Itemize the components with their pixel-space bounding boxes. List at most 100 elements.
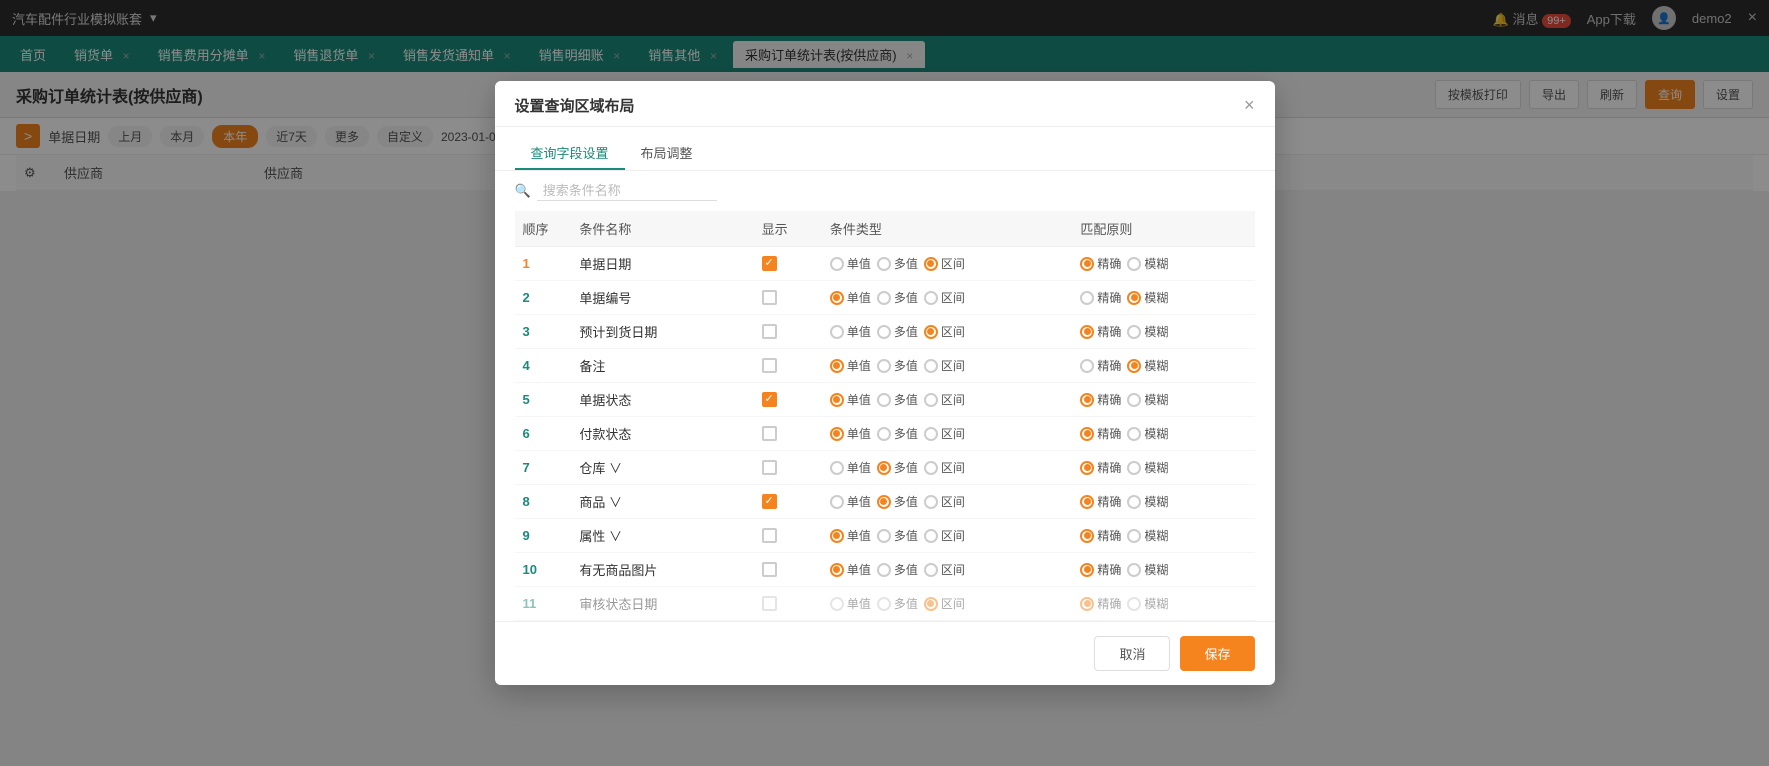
match-radio-模糊[interactable]: 模糊 [1127,255,1168,272]
type-radio-区间[interactable]: 区间 [924,289,965,306]
dialog-close-button[interactable]: × [1244,95,1255,116]
type-radio-多值[interactable]: 多值 [877,459,918,476]
type-radio-多值[interactable]: 多值 [877,255,918,272]
display-checkbox[interactable] [762,358,777,373]
match-radio-模糊[interactable]: 模糊 [1127,561,1168,578]
type-radio-单值[interactable]: 单值 [830,357,871,374]
display-checkbox[interactable] [762,324,777,339]
display-checkbox[interactable] [762,290,777,305]
match-radio-精确[interactable]: 精确 [1080,323,1121,340]
col-cond-type: 条件类型 [822,211,1072,247]
row-display[interactable] [754,281,822,315]
match-radio-circle [1127,359,1141,373]
match-radio-模糊[interactable]: 模糊 [1127,425,1168,442]
type-radio-单值[interactable]: 单值 [830,289,871,306]
radio-circle [877,495,891,509]
radio-circle [830,597,844,611]
type-radio-区间[interactable]: 区间 [924,527,965,544]
type-radio-区间[interactable]: 区间 [924,595,965,612]
dialog-tab-query-fields[interactable]: 查询字段设置 [515,137,625,170]
match-radio-精确[interactable]: 精确 [1080,459,1121,476]
dialog-tab-layout[interactable]: 布局调整 [625,137,709,170]
type-radio-多值[interactable]: 多值 [877,357,918,374]
row-display[interactable] [754,315,822,349]
type-radio-多值[interactable]: 多值 [877,323,918,340]
type-radio-区间[interactable]: 区间 [924,255,965,272]
display-checkbox[interactable] [762,562,777,577]
match-radio-模糊[interactable]: 模糊 [1127,289,1168,306]
type-radio-多值[interactable]: 多值 [877,595,918,612]
match-radio-模糊[interactable]: 模糊 [1127,459,1168,476]
type-radio-区间[interactable]: 区间 [924,459,965,476]
type-radio-多值[interactable]: 多值 [877,391,918,408]
type-radio-区间[interactable]: 区间 [924,357,965,374]
match-radio-精确[interactable]: 精确 [1080,561,1121,578]
row-cond-name: 预计到货日期 [571,315,753,349]
type-radio-多值[interactable]: 多值 [877,527,918,544]
match-radio-精确[interactable]: 精确 [1080,527,1121,544]
display-checkbox[interactable] [762,392,777,407]
row-order: 3 [515,315,572,349]
type-radio-多值[interactable]: 多值 [877,493,918,510]
type-radio-多值[interactable]: 多值 [877,561,918,578]
type-radio-单值[interactable]: 单值 [830,255,871,272]
match-radio-模糊[interactable]: 模糊 [1127,391,1168,408]
match-radio-circle [1080,597,1094,611]
radio-circle [924,597,938,611]
type-radio-单值[interactable]: 单值 [830,391,871,408]
type-radio-单值[interactable]: 单值 [830,323,871,340]
row-match-rule: 精确模糊 [1072,315,1254,349]
type-radio-区间[interactable]: 区间 [924,493,965,510]
radio-circle [924,393,938,407]
type-radio-多值[interactable]: 多值 [877,425,918,442]
match-radio-精确[interactable]: 精确 [1080,357,1121,374]
row-cond-type: 单值多值区间 [822,247,1072,281]
type-radio-单值[interactable]: 单值 [830,425,871,442]
match-radio-精确[interactable]: 精确 [1080,289,1121,306]
type-radio-区间[interactable]: 区间 [924,561,965,578]
match-radio-模糊[interactable]: 模糊 [1127,493,1168,510]
display-checkbox[interactable] [762,256,777,271]
match-radio-精确[interactable]: 精确 [1080,425,1121,442]
match-radio-精确[interactable]: 精确 [1080,595,1121,612]
match-radio-circle [1080,427,1094,441]
table-row: 5单据状态单值多值区间精确模糊 [515,383,1255,417]
row-cond-type: 单值多值区间 [822,383,1072,417]
save-button[interactable]: 保存 [1180,636,1254,671]
cancel-button[interactable]: 取消 [1094,636,1170,671]
row-display[interactable] [754,349,822,383]
display-checkbox[interactable] [762,528,777,543]
row-display[interactable] [754,519,822,553]
row-display[interactable] [754,383,822,417]
row-display[interactable] [754,587,822,621]
radio-circle [830,461,844,475]
match-radio-精确[interactable]: 精确 [1080,255,1121,272]
display-checkbox[interactable] [762,460,777,475]
match-radio-模糊[interactable]: 模糊 [1127,323,1168,340]
type-radio-单值[interactable]: 单值 [830,561,871,578]
row-match-rule: 精确模糊 [1072,417,1254,451]
display-checkbox[interactable] [762,426,777,441]
row-display[interactable] [754,247,822,281]
search-input[interactable] [537,181,717,201]
type-radio-单值[interactable]: 单值 [830,527,871,544]
match-radio-模糊[interactable]: 模糊 [1127,357,1168,374]
type-radio-区间[interactable]: 区间 [924,425,965,442]
type-radio-单值[interactable]: 单值 [830,595,871,612]
type-radio-单值[interactable]: 单值 [830,493,871,510]
match-radio-模糊[interactable]: 模糊 [1127,527,1168,544]
row-display[interactable] [754,485,822,519]
row-display[interactable] [754,417,822,451]
display-checkbox[interactable] [762,494,777,509]
type-radio-单值[interactable]: 单值 [830,459,871,476]
match-radio-circle [1080,257,1094,271]
row-display[interactable] [754,451,822,485]
match-radio-精确[interactable]: 精确 [1080,493,1121,510]
type-radio-区间[interactable]: 区间 [924,323,965,340]
type-radio-多值[interactable]: 多值 [877,289,918,306]
row-display[interactable] [754,553,822,587]
match-radio-精确[interactable]: 精确 [1080,391,1121,408]
display-checkbox[interactable] [762,596,777,611]
match-radio-模糊[interactable]: 模糊 [1127,595,1168,612]
type-radio-区间[interactable]: 区间 [924,391,965,408]
